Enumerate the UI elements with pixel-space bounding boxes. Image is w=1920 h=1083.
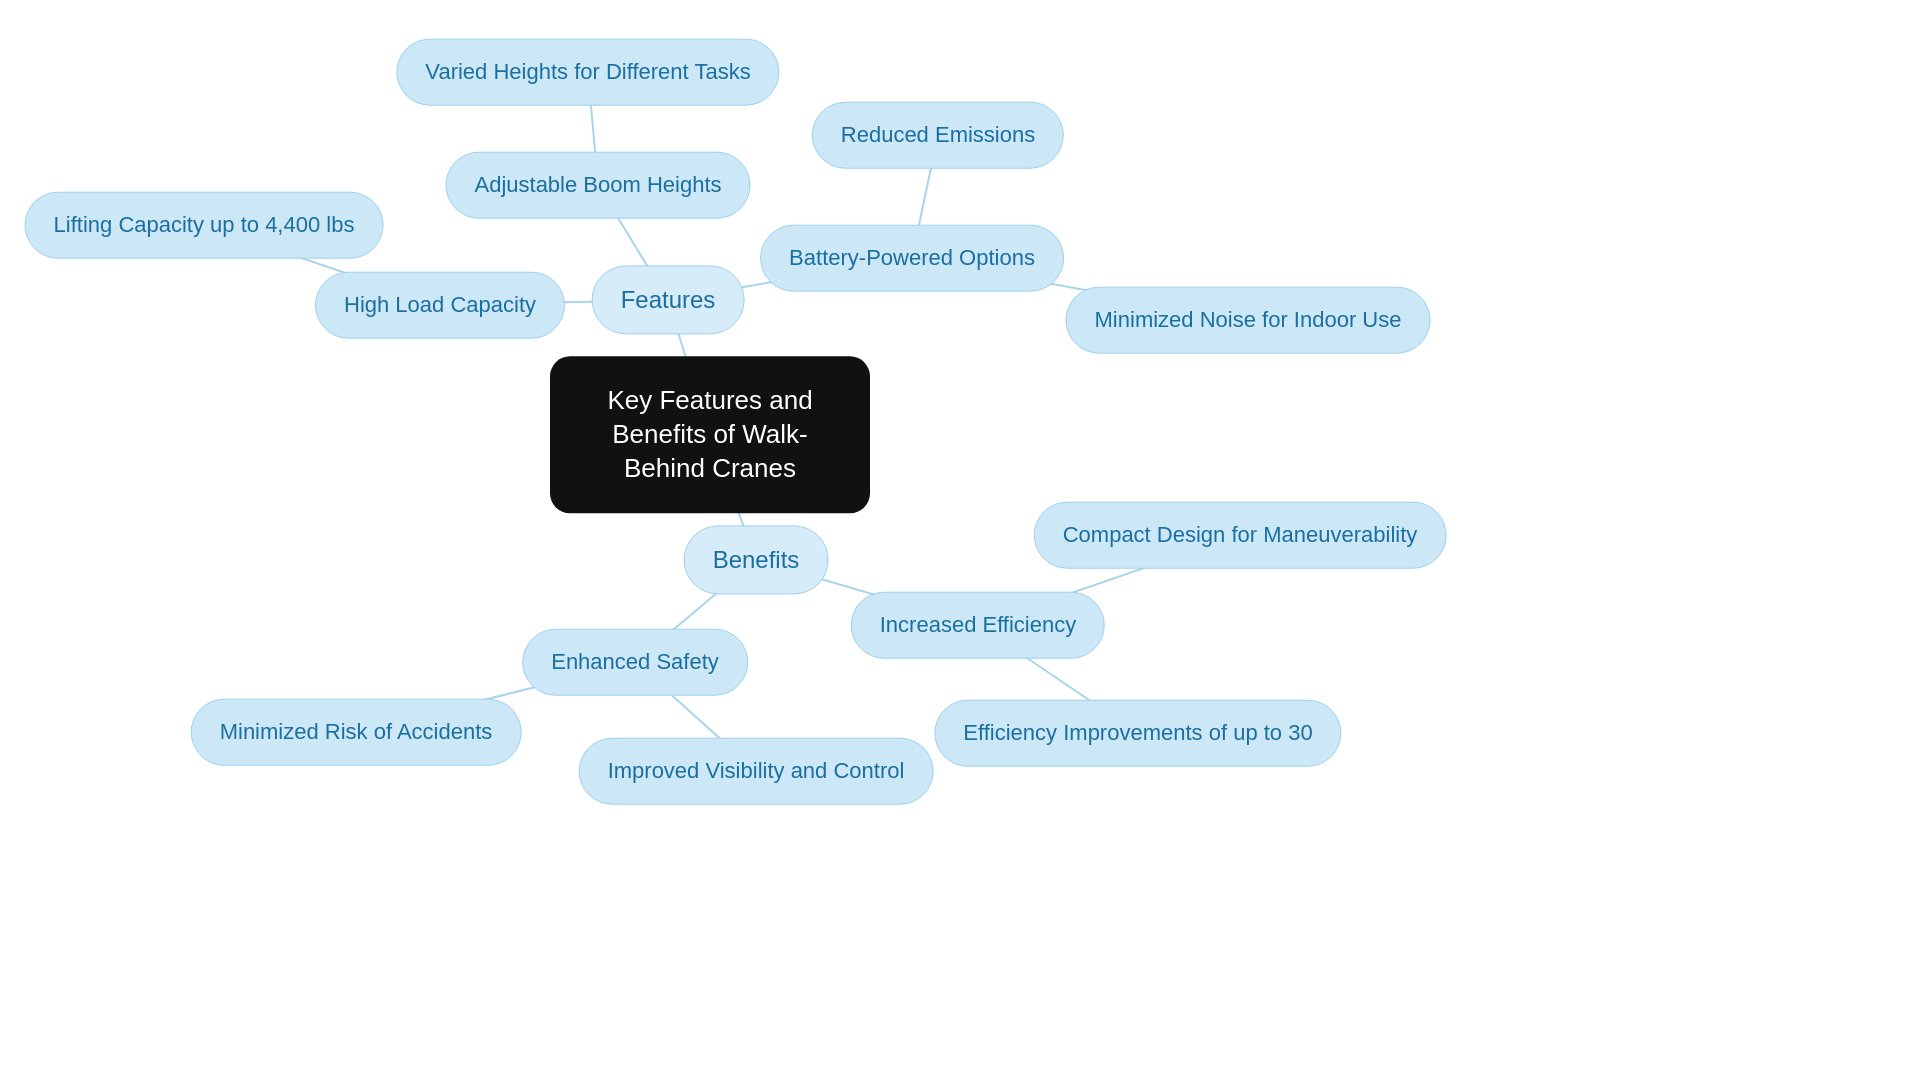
benefits-node: Benefits: [684, 525, 829, 594]
reduced-emissions-node: Reduced Emissions: [812, 102, 1064, 169]
adjustable-boom-node: Adjustable Boom Heights: [445, 152, 750, 219]
enhanced-safety-node: Enhanced Safety: [522, 629, 748, 696]
increased-efficiency-node: Increased Efficiency: [851, 592, 1105, 659]
minimized-risk-node: Minimized Risk of Accidents: [191, 699, 522, 766]
lifting-capacity-node: Lifting Capacity up to 4,400 lbs: [25, 192, 384, 259]
features-node: Features: [592, 265, 745, 334]
varied-heights-node: Varied Heights for Different Tasks: [396, 39, 779, 106]
center-node: Key Features and Benefits of Walk-Behind…: [550, 356, 870, 513]
efficiency-improvements-node: Efficiency Improvements of up to 30: [934, 700, 1341, 767]
improved-visibility-node: Improved Visibility and Control: [579, 738, 934, 805]
compact-design-node: Compact Design for Maneuverability: [1034, 502, 1447, 569]
high-load-node: High Load Capacity: [315, 272, 565, 339]
minimized-noise-node: Minimized Noise for Indoor Use: [1066, 287, 1431, 354]
battery-powered-node: Battery-Powered Options: [760, 225, 1064, 292]
